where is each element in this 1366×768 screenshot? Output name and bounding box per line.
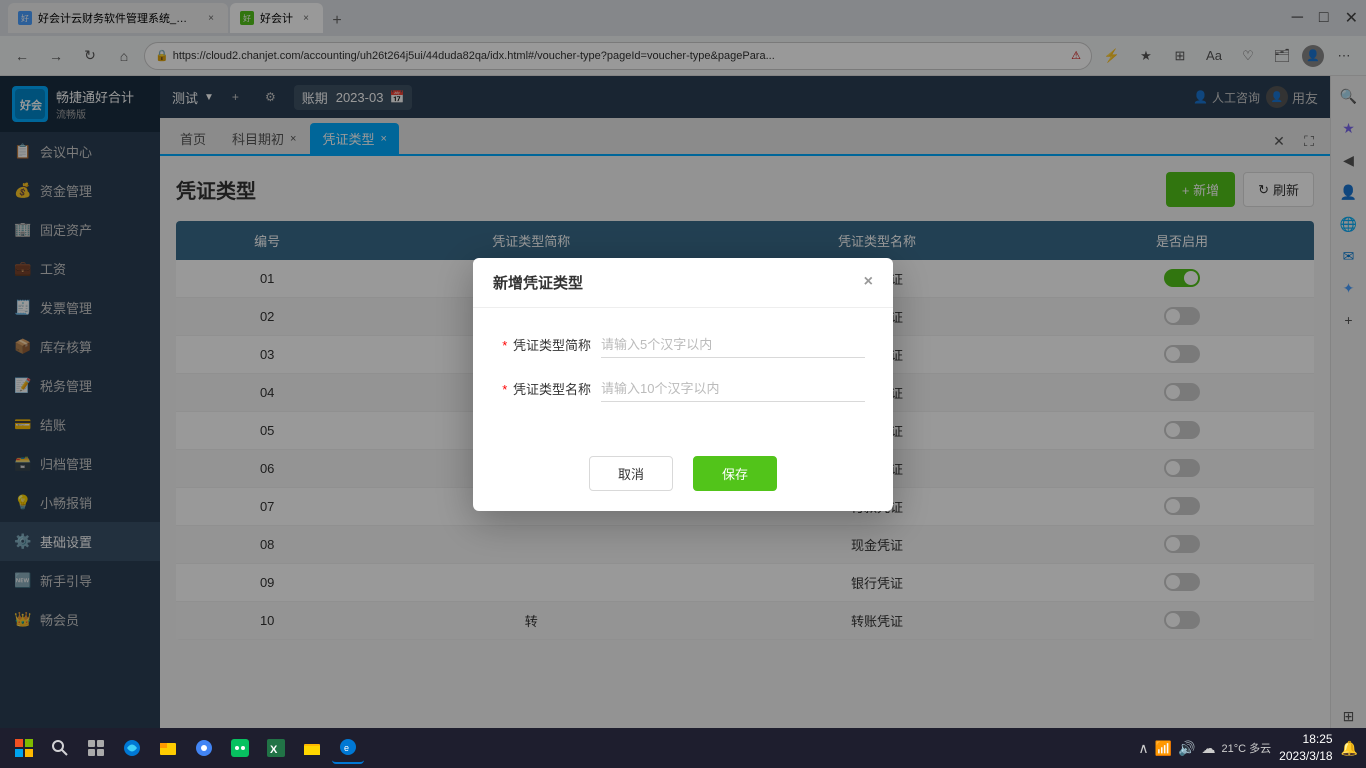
modal-close-button[interactable]: × bbox=[864, 273, 873, 291]
taskbar: X e ∧ 📶 🔊 ☁ 21°C 多云 18:25 2023/3/18 🔔 bbox=[0, 728, 1366, 768]
required-mark-2: * bbox=[502, 382, 507, 397]
taskbar-wechat[interactable] bbox=[224, 732, 256, 764]
modal-overlay: 新增凭证类型 × * 凭证类型简称 * 凭证类型名称 取消 保存 bbox=[0, 0, 1366, 768]
weather-text: 21°C 多云 bbox=[1222, 740, 1272, 756]
taskbar-time[interactable]: 18:25 2023/3/18 bbox=[1279, 731, 1332, 765]
taskbar-right: ∧ 📶 🔊 ☁ 21°C 多云 18:25 2023/3/18 🔔 bbox=[1138, 731, 1358, 765]
taskbar-office[interactable]: X bbox=[260, 732, 292, 764]
name-input[interactable] bbox=[601, 376, 865, 402]
save-button[interactable]: 保存 bbox=[693, 456, 777, 491]
modal-header: 新增凭证类型 × bbox=[473, 258, 893, 308]
notification-icon[interactable]: 🔔 bbox=[1341, 740, 1358, 757]
short-label: * 凭证类型简称 bbox=[501, 335, 591, 354]
modal-body: * 凭证类型简称 * 凭证类型名称 bbox=[473, 308, 893, 444]
network-icon[interactable]: 📶 bbox=[1155, 740, 1172, 757]
form-row-short: * 凭证类型简称 bbox=[501, 332, 865, 358]
name-label: * 凭证类型名称 bbox=[501, 379, 591, 398]
taskbar-edge[interactable] bbox=[116, 732, 148, 764]
weather-icon: ☁ bbox=[1202, 740, 1216, 757]
taskbar-task-view[interactable] bbox=[80, 732, 112, 764]
date-display: 2023/3/18 bbox=[1279, 748, 1332, 765]
add-voucher-modal: 新增凭证类型 × * 凭证类型简称 * 凭证类型名称 取消 保存 bbox=[473, 258, 893, 511]
taskbar-search[interactable] bbox=[44, 732, 76, 764]
taskbar-explorer[interactable] bbox=[152, 732, 184, 764]
taskbar-system-icons: ∧ 📶 🔊 ☁ 21°C 多云 bbox=[1138, 740, 1271, 757]
taskbar-edge2[interactable]: e bbox=[332, 732, 364, 764]
required-mark-1: * bbox=[502, 338, 507, 353]
up-arrow-icon[interactable]: ∧ bbox=[1138, 740, 1148, 757]
taskbar-folder2[interactable] bbox=[296, 732, 328, 764]
taskbar-chrome[interactable] bbox=[188, 732, 220, 764]
volume-icon[interactable]: 🔊 bbox=[1178, 740, 1195, 757]
svg-text:e: e bbox=[344, 743, 349, 753]
cancel-button[interactable]: 取消 bbox=[589, 456, 673, 491]
modal-title: 新增凭证类型 bbox=[493, 272, 583, 293]
short-input[interactable] bbox=[601, 332, 865, 358]
modal-footer: 取消 保存 bbox=[473, 444, 893, 511]
form-row-name: * 凭证类型名称 bbox=[501, 376, 865, 402]
svg-text:X: X bbox=[270, 744, 278, 756]
time-display: 18:25 bbox=[1279, 731, 1332, 748]
start-button[interactable] bbox=[8, 732, 40, 764]
